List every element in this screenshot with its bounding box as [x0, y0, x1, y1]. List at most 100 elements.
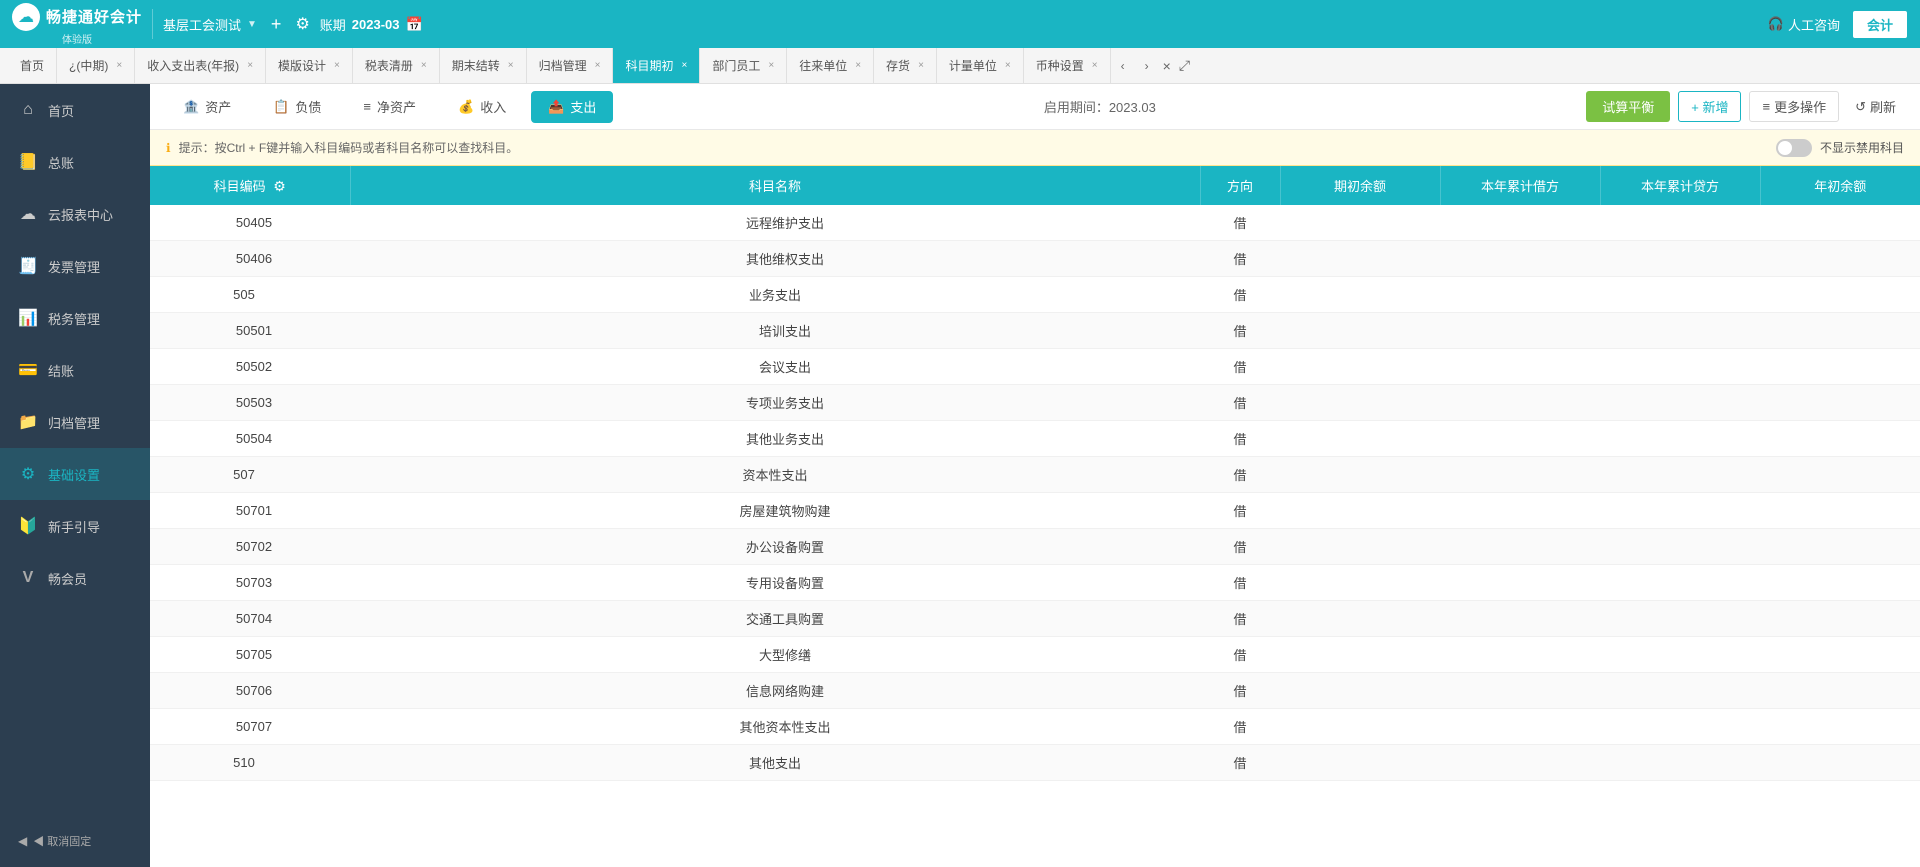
cell-code: 50706 — [150, 673, 350, 709]
sub-tab-liability[interactable]: 📋 负债 — [256, 91, 338, 123]
cell-year-balance — [1760, 493, 1920, 529]
table-container[interactable]: 科目编码 ⚙ 科目名称 方向 期初余额 本年累计借方 — [150, 166, 1920, 867]
sub-tab-expense[interactable]: 📤 支出 — [531, 91, 613, 123]
tab-inventory[interactable]: 存货 × — [874, 48, 937, 84]
table-row[interactable]: 50703 专用设备购置 借 — [150, 565, 1920, 601]
table-row[interactable]: 507 资本性支出 借 — [150, 457, 1920, 493]
calendar-icon[interactable]: 📅 — [406, 16, 423, 33]
table-row[interactable]: 50503 专项业务支出 借 — [150, 385, 1920, 421]
cell-direction: 借 — [1200, 673, 1280, 709]
table-row[interactable]: 50405 远程维护支出 借 — [150, 205, 1920, 241]
header-company[interactable]: 基层工会测试 ▼ — [163, 15, 257, 34]
sidebar-collapse-button[interactable]: ◀ ◀ 取消固定 — [10, 825, 140, 857]
sidebar-item-report[interactable]: ☁ 云报表中心 — [0, 188, 150, 240]
table-row[interactable]: 50504 其他业务支出 借 — [150, 421, 1920, 457]
toggle-switch[interactable] — [1776, 139, 1812, 157]
col-code-gear-icon[interactable]: ⚙ — [273, 178, 286, 194]
refresh-button[interactable]: ↺ 刷新 — [1847, 92, 1904, 121]
cell-period-balance — [1280, 673, 1440, 709]
calc-balance-button[interactable]: 试算平衡 — [1586, 91, 1670, 122]
tab-income-close[interactable]: × — [247, 60, 253, 71]
tab-counterparty-close[interactable]: × — [855, 60, 861, 71]
tab-dept-staff-label: 部门员工 — [712, 57, 760, 74]
account-button[interactable]: 会计 — [1852, 10, 1908, 39]
company-dropdown-icon[interactable]: ▼ — [247, 19, 257, 30]
tab-dept-staff-close[interactable]: × — [768, 60, 774, 71]
tab-tax[interactable]: 税表清册 × — [353, 48, 440, 84]
sidebar-item-archive[interactable]: 📁 归档管理 — [0, 396, 150, 448]
sidebar-item-member[interactable]: V 畅会员 — [0, 552, 150, 604]
cell-year-balance — [1760, 745, 1920, 781]
tab-income[interactable]: 收入支出表(年报) × — [135, 48, 266, 84]
cell-period-balance — [1280, 637, 1440, 673]
tab-unit-close[interactable]: × — [1005, 60, 1011, 71]
settle-icon: 💳 — [18, 360, 38, 380]
show-disabled-toggle: 不显示禁用科目 — [1776, 139, 1904, 157]
table-row[interactable]: 50701 房屋建筑物购建 借 — [150, 493, 1920, 529]
settings-gear-icon[interactable]: ⚙ — [295, 14, 309, 34]
tab-prev-button[interactable]: ‹ — [1111, 54, 1135, 78]
sidebar-item-settle[interactable]: 💳 结账 — [0, 344, 150, 396]
sidebar-item-guide[interactable]: 🔰 新手引导 — [0, 500, 150, 552]
col-year-balance-label: 年初余额 — [1814, 179, 1866, 194]
sidebar-item-home[interactable]: ⌂ 首页 — [0, 84, 150, 136]
app-logo: ☁ 畅捷通好会计 体验版 — [12, 3, 142, 46]
sub-tab-income[interactable]: 💰 收入 — [441, 91, 523, 123]
cell-year-balance — [1760, 457, 1920, 493]
refresh-label: 刷新 — [1870, 97, 1896, 116]
tab-bar: 首页 ¿(中期) × 收入支出表(年报) × 模版设计 × 税表清册 × 期末结… — [0, 48, 1920, 84]
cell-year-credit — [1600, 673, 1760, 709]
table-row[interactable]: 510 其他支出 借 — [150, 745, 1920, 781]
tab-currency[interactable]: 币种设置 × — [1024, 48, 1111, 84]
tab-inventory-close[interactable]: × — [918, 60, 924, 71]
sub-tab-asset[interactable]: 🏦 资产 — [166, 91, 248, 123]
table-row[interactable]: 50502 会议支出 借 — [150, 349, 1920, 385]
table-row[interactable]: 50705 大型修缮 借 — [150, 637, 1920, 673]
tab-currency-close[interactable]: × — [1092, 60, 1098, 71]
sidebar-guide-label: 新手引导 — [48, 517, 100, 536]
tab-template-close[interactable]: × — [334, 60, 340, 71]
table-row[interactable]: 50406 其他维权支出 借 — [150, 241, 1920, 277]
sidebar-item-ledger[interactable]: 📒 总账 — [0, 136, 150, 188]
cell-period-balance — [1280, 349, 1440, 385]
tab-balance-mid[interactable]: ¿(中期) × — [57, 48, 135, 84]
tab-close-all-button[interactable]: × — [1159, 58, 1175, 74]
tab-dept-staff[interactable]: 部门员工 × — [700, 48, 787, 84]
table-row[interactable]: 50501 培训支出 借 — [150, 313, 1920, 349]
sidebar-item-invoice[interactable]: 🧾 发票管理 — [0, 240, 150, 292]
tab-unit[interactable]: 计量单位 × — [937, 48, 1024, 84]
more-label: 更多操作 — [1774, 97, 1826, 116]
table-row[interactable]: 50707 其他资本性支出 借 — [150, 709, 1920, 745]
tab-archive-close[interactable]: × — [595, 60, 601, 71]
table-row[interactable]: 50702 办公设备购置 借 — [150, 529, 1920, 565]
tab-archive[interactable]: 归档管理 × — [527, 48, 614, 84]
tab-subject-init-close[interactable]: × — [681, 60, 687, 71]
cell-year-balance — [1760, 313, 1920, 349]
table-row[interactable]: 50706 信息网络购建 借 — [150, 673, 1920, 709]
add-company-button[interactable]: + — [267, 14, 286, 35]
tab-period-end[interactable]: 期末结转 × — [440, 48, 527, 84]
add-button[interactable]: + 新增 — [1678, 91, 1741, 122]
cell-name: 会议支出 — [350, 349, 1200, 385]
tab-balance-mid-close[interactable]: × — [116, 60, 122, 71]
tab-expand-button[interactable]: ⤢ — [1175, 57, 1194, 74]
tab-next-button[interactable]: › — [1135, 54, 1159, 78]
col-header-direction: 方向 — [1200, 166, 1280, 205]
sidebar-item-tax[interactable]: 📊 税务管理 — [0, 292, 150, 344]
more-operations-button[interactable]: ≡ 更多操作 — [1749, 91, 1839, 122]
tab-subject-init[interactable]: 科目期初 × — [613, 48, 700, 84]
tab-home[interactable]: 首页 — [8, 48, 57, 84]
sidebar-archive-label: 归档管理 — [48, 413, 100, 432]
support-button[interactable]: 🎧 人工咨询 — [1768, 15, 1840, 34]
home-icon: ⌂ — [18, 101, 38, 119]
sub-tab-net-asset[interactable]: ≡ 净资产 — [346, 91, 433, 123]
tab-counterparty-label: 往来单位 — [799, 57, 847, 74]
table-row[interactable]: 50704 交通工具购置 借 — [150, 601, 1920, 637]
tab-period-end-close[interactable]: × — [508, 60, 514, 71]
tab-template[interactable]: 模版设计 × — [266, 48, 353, 84]
tab-tax-close[interactable]: × — [421, 60, 427, 71]
tab-counterparty[interactable]: 往来单位 × — [787, 48, 874, 84]
cell-year-debit — [1440, 277, 1600, 313]
sidebar-item-settings[interactable]: ⚙ 基础设置 — [0, 448, 150, 500]
table-row[interactable]: 505 业务支出 借 — [150, 277, 1920, 313]
